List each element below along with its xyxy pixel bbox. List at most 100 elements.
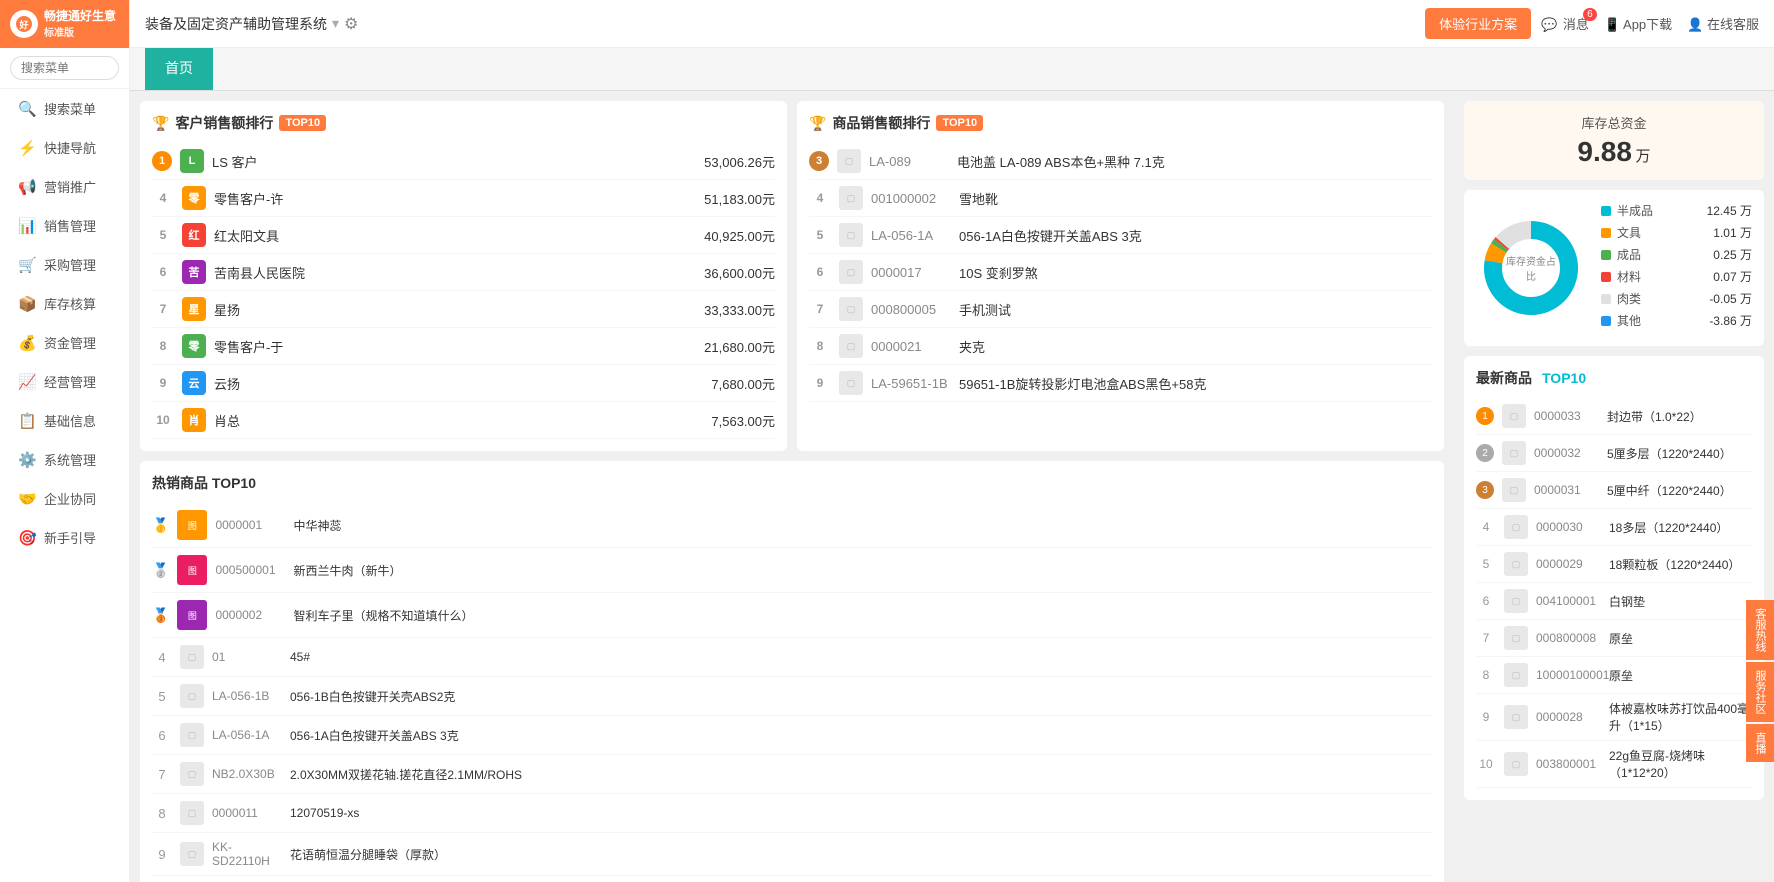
float-btn-service[interactable]: 客服热线	[1746, 600, 1774, 660]
product-thumb: ▢	[1504, 552, 1528, 576]
product-name: 59651-1B旋转投影灯电池盒ABS黑色+58克	[959, 374, 1432, 393]
product-code: LA-056-1A	[871, 228, 951, 243]
avatar: 苦	[182, 260, 206, 284]
trophy-icon: 🏆	[152, 115, 169, 132]
dropdown-icon[interactable]: ▾	[332, 15, 339, 32]
main-area: 装备及固定资产辅助管理系统 ▾ ⚙ 体验行业方案 💬 6 消息 📱 App下载 …	[130, 0, 1774, 882]
purchase-icon: 🛒	[18, 256, 36, 274]
product-rank-table: 3 ▢ LA-089 电池盖 LA-089 ABS本色+黑种 7.1克 4 ▢ …	[809, 143, 1432, 402]
product-code: 0000017	[871, 265, 951, 280]
product-code: 000800008	[1536, 631, 1601, 645]
legend-item: 其他 -3.86 万	[1601, 312, 1752, 329]
rank-num-8: 8	[152, 339, 174, 353]
sidebar-item-sales[interactable]: 📊 销售管理	[0, 206, 129, 245]
table-row: 9 ▢ LA-59651-1B 59651-1B旋转投影灯电池盒ABS黑色+58…	[809, 365, 1432, 402]
legend-item: 半成品 12.45 万	[1601, 202, 1752, 219]
tab-home[interactable]: 首页	[145, 48, 213, 90]
list-item: 2 ▢ 0000032 5厘多层（1220*2440）	[1476, 435, 1752, 472]
product-thumb: ▢	[180, 762, 204, 786]
rank-num: 10	[1476, 757, 1496, 771]
list-item: 4 ▢ 0000030 18多层（1220*2440）	[1476, 509, 1752, 546]
product-code: LA-056-1A	[212, 728, 282, 742]
product-code: 0000021	[871, 339, 951, 354]
search-input[interactable]	[10, 56, 119, 80]
logo-sub: 标准版	[44, 24, 116, 39]
legend-name: 肉类	[1617, 290, 1703, 307]
sales-icon: 📊	[18, 217, 36, 235]
product-code: 10000100001	[1536, 668, 1601, 682]
legend-value: 12.45 万	[1707, 202, 1752, 219]
product-thumb: ▢	[180, 645, 204, 669]
rank-num-9: 9	[809, 376, 831, 390]
settings-icon[interactable]: ⚙	[344, 14, 358, 34]
product-name: 原垒	[1609, 667, 1752, 684]
rank-num: 9	[152, 847, 172, 862]
table-row: 10 肖 肖总 7,563.00元	[152, 402, 775, 439]
list-item: 🥇 图 0000001 中华神蕊	[152, 503, 1432, 548]
customer-name: LS 客户	[212, 152, 696, 171]
customer-name: 零售客户-于	[214, 337, 696, 356]
list-item: 9 ▢ 0000028 体被嘉枚味苏打饮品400毫升（1*15）	[1476, 694, 1752, 741]
app-download-label: App下载	[1623, 17, 1672, 32]
legend-name: 文具	[1617, 224, 1707, 241]
customer-amount: 51,183.00元	[704, 189, 775, 208]
rank-num-5: 5	[809, 228, 831, 242]
legend-value: -0.05 万	[1709, 290, 1752, 307]
operation-icon: 📈	[18, 373, 36, 391]
product-name: 封边带（1.0*22）	[1607, 408, 1752, 425]
float-btn-community[interactable]: 服务社区	[1746, 662, 1774, 722]
product-code: 003800001	[1536, 757, 1601, 771]
try-btn[interactable]: 体验行业方案	[1425, 8, 1531, 39]
notification-btn[interactable]: 💬 6 消息	[1541, 14, 1589, 33]
product-code: 000500001	[215, 563, 285, 577]
list-item: 10 ▢ 003800001 22g鱼豆腐-烧烤味（1*12*20）	[1476, 741, 1752, 788]
sidebar-label-base: 基础信息	[44, 411, 96, 430]
rank-num-6: 6	[809, 265, 831, 279]
customer-amount: 33,333.00元	[704, 300, 775, 319]
logo-icon: 好	[10, 10, 38, 38]
topbar-title: 装备及固定资产辅助管理系统 ▾ ⚙	[145, 14, 1415, 34]
list-item: 3 ▢ 0000031 5厘中纤（1220*2440）	[1476, 472, 1752, 509]
sidebar-item-stock[interactable]: 📦 库存核算	[0, 284, 129, 323]
sidebar-item-shortcut[interactable]: ⚡ 快捷导航	[0, 128, 129, 167]
legend-name: 材料	[1617, 268, 1707, 285]
sidebar-item-collab[interactable]: 🤝 企业协同	[0, 479, 129, 518]
sidebar-item-marketing[interactable]: 📢 营销推广	[0, 167, 129, 206]
sidebar-item-finance[interactable]: 💰 资金管理	[0, 323, 129, 362]
sidebar-item-system[interactable]: ⚙️ 系统管理	[0, 440, 129, 479]
rank-num-3: 3	[1476, 481, 1494, 499]
product-code: 0000032	[1534, 446, 1599, 460]
newest-products-title: 最新商品 TOP10	[1476, 368, 1752, 388]
stock-legend: 半成品 12.45 万 文具 1.01 万 成品 0.25 万	[1601, 202, 1752, 334]
finance-icon: 💰	[18, 334, 36, 352]
stock-chart-panel: 库存资金占比 半成品 12.45 万 文具 1.01 万	[1464, 190, 1764, 346]
product-rank-panel: 🏆 商品销售额排行 TOP10 3 ▢ LA-089 电池盖 LA-089 AB…	[797, 101, 1444, 451]
online-service-btn[interactable]: 👤 在线客服	[1687, 14, 1759, 33]
product-thumb: ▢	[837, 149, 861, 173]
float-btn-live[interactable]: 直播	[1746, 724, 1774, 762]
phone-icon: 📱	[1604, 17, 1620, 32]
product-code: 0000001	[215, 518, 285, 532]
stock-total-value: 9.88	[1577, 136, 1632, 167]
legend-name: 成品	[1617, 246, 1707, 263]
sidebar-item-guide[interactable]: 🎯 新手引导	[0, 518, 129, 557]
sidebar-label-shortcut: 快捷导航	[44, 138, 96, 157]
product-code: NB2.0X30B	[212, 767, 282, 781]
product-name: 智利车子里（规格不知道填什么）	[293, 607, 1432, 624]
app-download-btn[interactable]: 📱 App下载	[1604, 14, 1672, 33]
sidebar-item-operation[interactable]: 📈 经营管理	[0, 362, 129, 401]
product-code: LA-056-1B	[212, 689, 282, 703]
sidebar-label-sales: 销售管理	[44, 216, 96, 235]
customer-name: 星扬	[214, 300, 696, 319]
product-name: 22g鱼豆腐-烧烤味（1*12*20）	[1609, 747, 1752, 781]
online-service-label: 在线客服	[1707, 17, 1759, 32]
sidebar-item-search[interactable]: 🔍 搜索菜单	[0, 89, 129, 128]
rank-num: 8	[1476, 668, 1496, 682]
product-name: 白钢垫	[1609, 593, 1752, 610]
sidebar-item-purchase[interactable]: 🛒 采购管理	[0, 245, 129, 284]
customer-amount: 40,925.00元	[704, 226, 775, 245]
sidebar-item-base[interactable]: 📋 基础信息	[0, 401, 129, 440]
rank-num: 9	[1476, 710, 1496, 724]
legend-name: 半成品	[1617, 202, 1701, 219]
float-buttons: 客服热线 服务社区 直播	[1746, 600, 1774, 762]
